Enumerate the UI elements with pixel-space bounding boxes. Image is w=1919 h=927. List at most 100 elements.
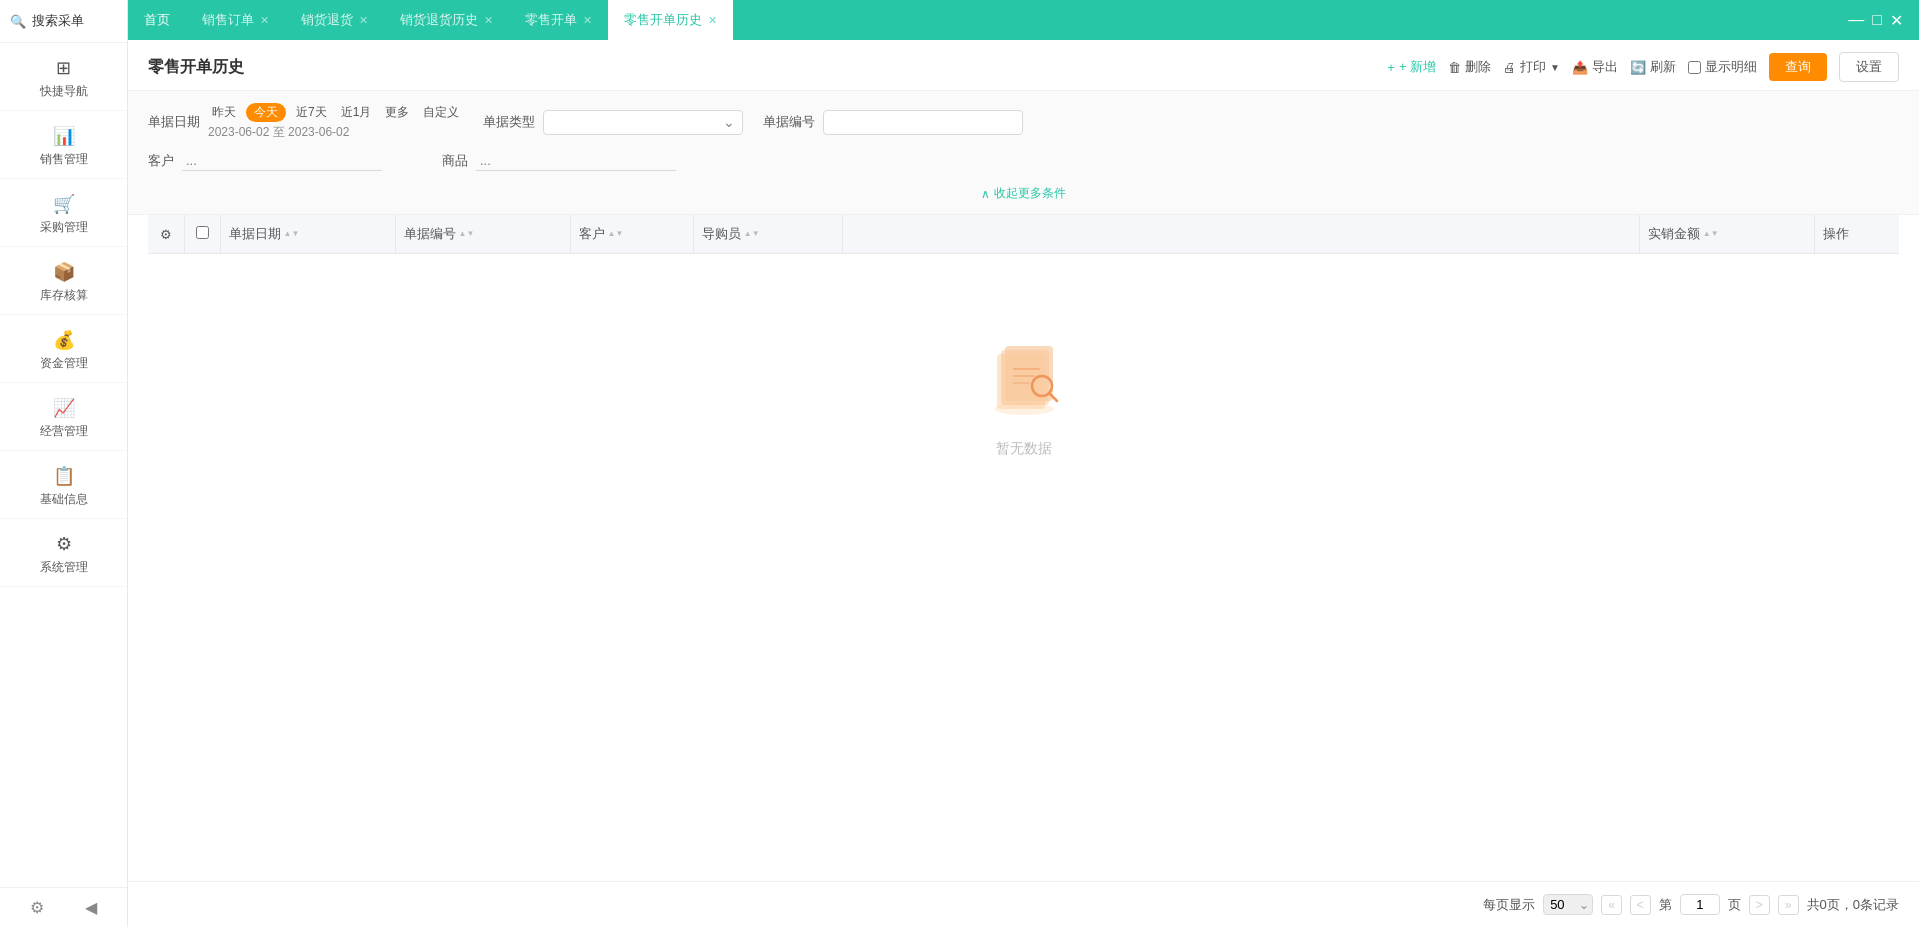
tab-home-label: 首页 <box>144 11 170 29</box>
select-all-checkbox[interactable] <box>196 226 209 239</box>
col-action-label: 操作 <box>1823 226 1849 241</box>
minimize-btn[interactable]: — <box>1848 11 1864 29</box>
print-icon: 🖨 <box>1503 60 1516 75</box>
shortcut-custom[interactable]: 自定义 <box>419 103 463 122</box>
filter-goods: 商品 <box>442 151 676 171</box>
maximize-btn[interactable]: □ <box>1872 11 1882 29</box>
sidebar-item-inventory[interactable]: 📦 库存核算 <box>0 247 127 315</box>
empty-state: 暂无数据 <box>148 254 1899 538</box>
shortcut-yesterday[interactable]: 昨天 <box>208 103 240 122</box>
col-action: 操作 <box>1814 215 1899 254</box>
show-detail-input[interactable] <box>1688 61 1701 74</box>
quick-nav-icon: ⊞ <box>56 57 71 79</box>
tab-sales-return-history[interactable]: 销货退货历史 ✕ <box>384 0 509 40</box>
filter-date: 单据日期 昨天 今天 近7天 近1月 更多 自定义 2023-06-02 至 2… <box>148 103 463 141</box>
per-page-label: 每页显示 <box>1483 896 1535 914</box>
sidebar-item-operations[interactable]: 📈 经营管理 <box>0 383 127 451</box>
col-checkbox[interactable] <box>184 215 220 254</box>
page-title: 零售开单历史 <box>148 57 244 78</box>
table-area: ⚙ 单据日期 ▲▼ 单据编号 <box>128 215 1919 881</box>
collapse-bar[interactable]: ∧ 收起更多条件 <box>148 181 1899 206</box>
shortcut-more[interactable]: 更多 <box>381 103 413 122</box>
query-button[interactable]: 查询 <box>1769 53 1827 81</box>
col-amount-sort[interactable]: ▲▼ <box>1703 230 1719 238</box>
goods-input[interactable] <box>476 151 676 171</box>
add-button[interactable]: + + 新增 <box>1387 58 1436 76</box>
doc-type-select[interactable] <box>543 110 743 135</box>
sidebar-item-quick-nav[interactable]: ⊞ 快捷导航 <box>0 43 127 111</box>
shortcut-1month[interactable]: 近1月 <box>337 103 376 122</box>
date-range-display: 2023-06-02 至 2023-06-02 <box>208 124 463 141</box>
filter-area: 单据日期 昨天 今天 近7天 近1月 更多 自定义 2023-06-02 至 2… <box>128 91 1919 215</box>
sidebar-settings-btn[interactable]: ⚙ <box>30 898 44 917</box>
page-suffix: 页 <box>1728 896 1741 914</box>
doc-no-input[interactable] <box>823 110 1023 135</box>
customer-input[interactable] <box>182 151 382 171</box>
col-date-label: 单据日期 <box>229 225 281 243</box>
col-date-sort[interactable]: ▲▼ <box>284 230 300 238</box>
close-btn[interactable]: ✕ <box>1890 11 1903 30</box>
column-settings-icon[interactable]: ⚙ <box>160 227 172 242</box>
print-button[interactable]: 🖨 打印 ▼ <box>1503 58 1560 76</box>
sidebar-item-purchase-mgmt[interactable]: 🛒 采购管理 <box>0 179 127 247</box>
col-doc-no-sort[interactable]: ▲▼ <box>459 230 475 238</box>
refresh-icon: 🔄 <box>1630 60 1646 75</box>
tab-home[interactable]: 首页 <box>128 0 186 40</box>
per-page-select[interactable]: 50 10 20 100 <box>1543 894 1593 915</box>
total-text: 共0页，0条记录 <box>1807 896 1899 914</box>
tab-sales-order[interactable]: 销售订单 ✕ <box>186 0 285 40</box>
shortcut-7days[interactable]: 近7天 <box>292 103 331 122</box>
customer-label: 客户 <box>148 152 174 170</box>
delete-icon: 🗑 <box>1448 60 1461 75</box>
tab-retail-open-label: 零售开单 <box>525 11 577 29</box>
sidebar-search-label: 搜索采单 <box>32 12 84 30</box>
page-area: 零售开单历史 + + 新增 🗑 删除 🖨 打印 ▼ 📤 导出 <box>128 40 1919 927</box>
tab-retail-open-history-close[interactable]: ✕ <box>708 14 717 27</box>
sidebar-item-label: 采购管理 <box>40 219 88 236</box>
top-nav: 首页 销售订单 ✕ 销货退货 ✕ 销货退货历史 ✕ 零售开单 ✕ 零售开单历史 … <box>128 0 1919 40</box>
add-label: + 新增 <box>1399 58 1436 76</box>
tab-sales-return[interactable]: 销货退货 ✕ <box>285 0 384 40</box>
sidebar-collapse-btn[interactable]: ◀ <box>85 898 97 917</box>
sidebar-item-sales-mgmt[interactable]: 📊 销售管理 <box>0 111 127 179</box>
tab-retail-open-close[interactable]: ✕ <box>583 14 592 27</box>
date-filter-label: 单据日期 <box>148 113 200 131</box>
tab-retail-open[interactable]: 零售开单 ✕ <box>509 0 608 40</box>
prev-page-btn[interactable]: < <box>1630 895 1651 915</box>
tab-retail-open-history[interactable]: 零售开单历史 ✕ <box>608 0 733 40</box>
tab-sales-return-close[interactable]: ✕ <box>359 14 368 27</box>
last-page-btn[interactable]: » <box>1778 895 1799 915</box>
print-label: 打印 <box>1520 58 1546 76</box>
setting-button[interactable]: 设置 <box>1839 52 1899 82</box>
tab-sales-order-close[interactable]: ✕ <box>260 14 269 27</box>
col-date: 单据日期 ▲▼ <box>220 215 395 254</box>
col-customer-sort[interactable]: ▲▼ <box>608 230 624 238</box>
col-guide-label: 导购员 <box>702 225 741 243</box>
inventory-icon: 📦 <box>53 261 75 283</box>
show-detail-checkbox[interactable]: 显示明细 <box>1688 58 1757 76</box>
sidebar-item-label: 销售管理 <box>40 151 88 168</box>
col-amount-label: 实销金额 <box>1648 225 1700 243</box>
col-customer-label: 客户 <box>579 225 605 243</box>
sidebar-item-sys-mgmt[interactable]: ⚙ 系统管理 <box>0 519 127 587</box>
refresh-button[interactable]: 🔄 刷新 <box>1630 58 1676 76</box>
page-actions: + + 新增 🗑 删除 🖨 打印 ▼ 📤 导出 🔄 <box>1387 52 1899 82</box>
col-guide-sort[interactable]: ▲▼ <box>744 230 760 238</box>
delete-button[interactable]: 🗑 删除 <box>1448 58 1491 76</box>
export-button[interactable]: 📤 导出 <box>1572 58 1618 76</box>
col-gear[interactable]: ⚙ <box>148 215 184 254</box>
shortcut-today[interactable]: 今天 <box>246 103 286 122</box>
first-page-btn[interactable]: « <box>1601 895 1622 915</box>
col-amount: 实销金额 ▲▼ <box>1639 215 1814 254</box>
tab-sales-return-history-close[interactable]: ✕ <box>484 14 493 27</box>
sidebar-item-base-info[interactable]: 📋 基础信息 <box>0 451 127 519</box>
sidebar-search[interactable]: 🔍 搜索采单 <box>0 0 127 43</box>
next-page-btn[interactable]: > <box>1749 895 1770 915</box>
page-input[interactable] <box>1680 894 1720 915</box>
window-controls: — □ ✕ <box>1848 11 1919 30</box>
sidebar-item-finance[interactable]: 💰 资金管理 <box>0 315 127 383</box>
search-icon: 🔍 <box>10 14 26 29</box>
filter-doc-type: 单据类型 <box>483 110 743 135</box>
delete-label: 删除 <box>1465 58 1491 76</box>
filter-doc-no: 单据编号 <box>763 110 1023 135</box>
